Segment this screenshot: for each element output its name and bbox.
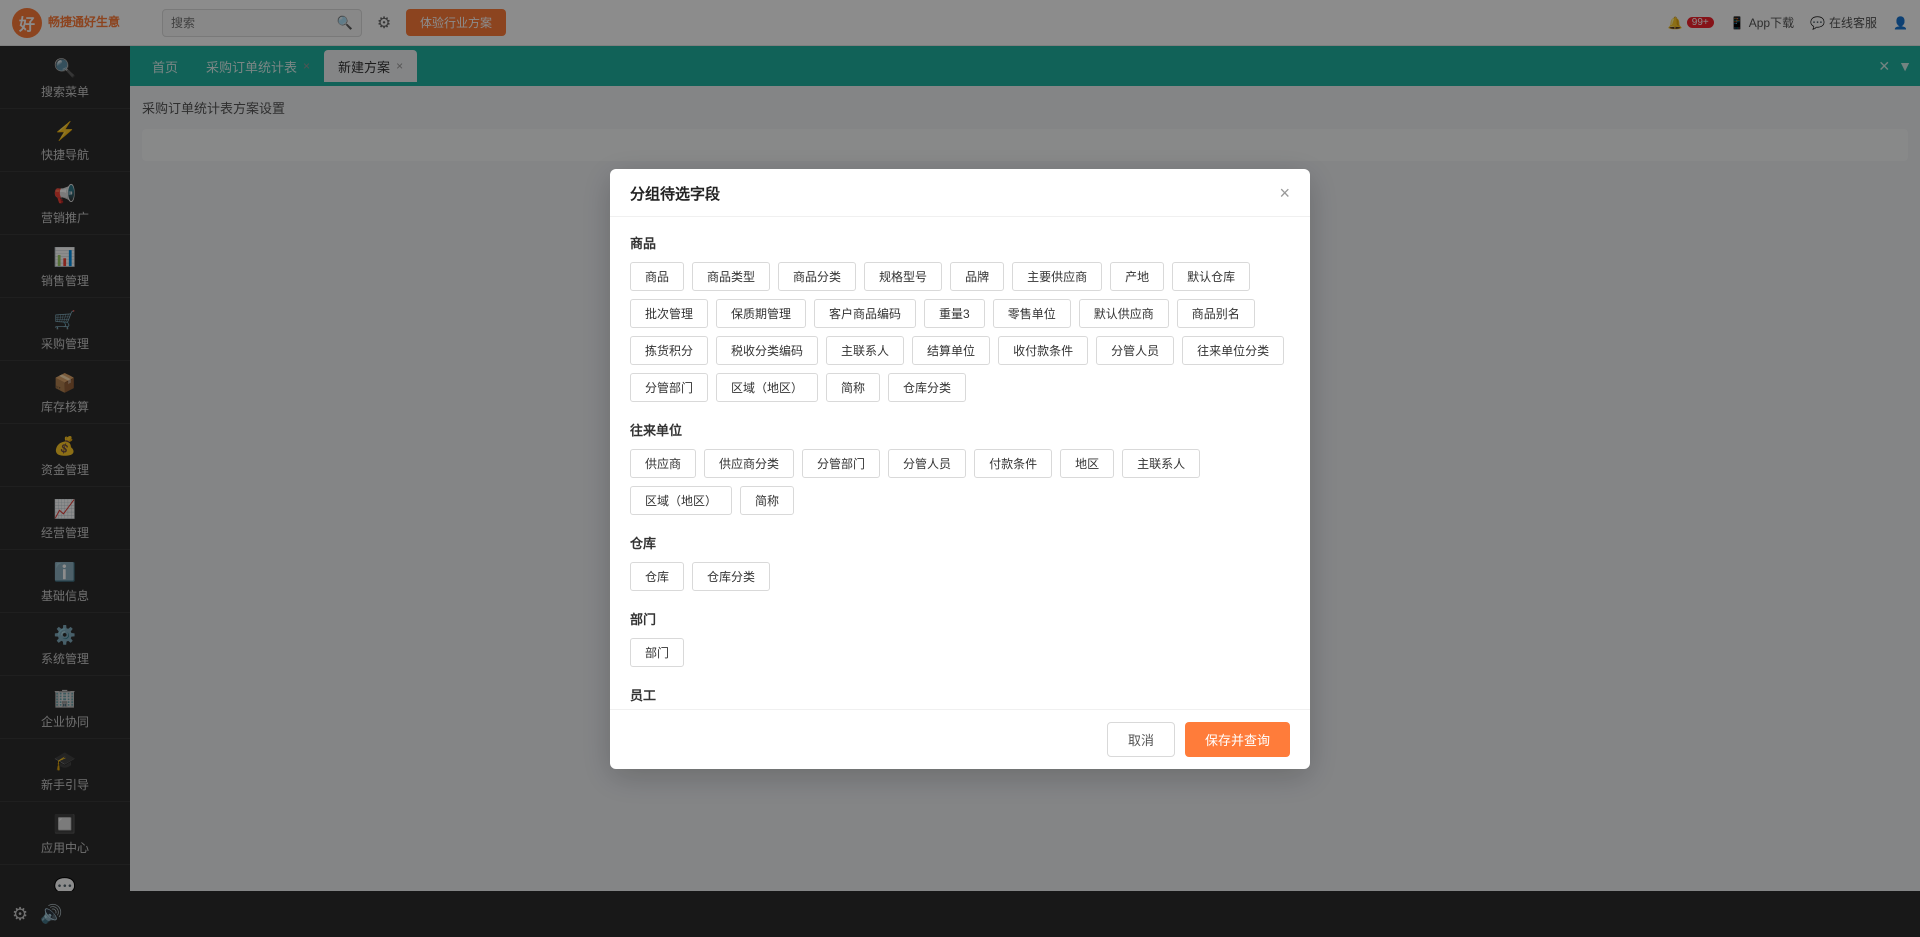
field-tag-wh-category[interactable]: 仓库分类 [692, 562, 770, 591]
section-counterparty: 往来单位供应商供应商分类分管部门分管人员付款条件地区主联系人区域（地区） 简称 [630, 420, 1290, 515]
field-tag-warehouse-category[interactable]: 仓库分类 [888, 373, 966, 402]
field-tag-goods-category[interactable]: 商品分类 [778, 262, 856, 291]
field-tag-settle-unit[interactable]: 结算单位 [912, 336, 990, 365]
field-tag-default-supplier[interactable]: 默认供应商 [1079, 299, 1169, 328]
save-query-button[interactable]: 保存并查询 [1185, 722, 1290, 757]
field-tags-dept-section: 部门 [630, 638, 1290, 667]
field-tags-warehouse: 仓库仓库分类 [630, 562, 1290, 591]
field-tag-mgmt-person[interactable]: 分管人员 [888, 449, 966, 478]
field-tag-mgmt-dept[interactable]: 分管部门 [802, 449, 880, 478]
field-tag-goods-type[interactable]: 商品类型 [692, 262, 770, 291]
field-tag-short-name[interactable]: 简称 [826, 373, 880, 402]
field-tag-short-name2[interactable]: 简称 [740, 486, 794, 515]
field-tag-pick-points[interactable]: 拣货积分 [630, 336, 708, 365]
field-tag-dept-field[interactable]: 部门 [630, 638, 684, 667]
cancel-button[interactable]: 取消 [1107, 722, 1175, 757]
field-tag-supplier[interactable]: 供应商 [630, 449, 696, 478]
field-tag-default-warehouse[interactable]: 默认仓库 [1172, 262, 1250, 291]
section-warehouse: 仓库仓库仓库分类 [630, 533, 1290, 591]
field-tag-customer-code[interactable]: 客户商品编码 [814, 299, 916, 328]
field-tag-main-supplier[interactable]: 主要供应商 [1012, 262, 1102, 291]
field-tag-wh[interactable]: 仓库 [630, 562, 684, 591]
modal-close-button[interactable]: × [1279, 184, 1290, 202]
field-tags-goods: 商品商品类型商品分类规格型号品牌主要供应商产地默认仓库批次管理保质期管理客户商品… [630, 262, 1290, 402]
field-tag-goods-alias[interactable]: 商品别名 [1177, 299, 1255, 328]
section-dept-section: 部门部门 [630, 609, 1290, 667]
field-tag-area[interactable]: 地区 [1060, 449, 1114, 478]
field-tag-from-unit-category[interactable]: 往来单位分类 [1182, 336, 1284, 365]
section-title-dept-section: 部门 [630, 609, 1290, 628]
field-tag-region2[interactable]: 区域（地区） [630, 486, 732, 515]
field-tag-payment-cond[interactable]: 付款条件 [974, 449, 1052, 478]
section-title-warehouse: 仓库 [630, 533, 1290, 552]
field-tag-origin[interactable]: 产地 [1110, 262, 1164, 291]
field-tag-manager[interactable]: 分管人员 [1096, 336, 1174, 365]
modal-dialog: 分组待选字段 × 商品商品商品类型商品分类规格型号品牌主要供应商产地默认仓库批次… [610, 169, 1310, 769]
field-tag-goods-name[interactable]: 商品 [630, 262, 684, 291]
field-tag-retail-unit[interactable]: 零售单位 [993, 299, 1071, 328]
field-tag-batch-mgmt[interactable]: 批次管理 [630, 299, 708, 328]
field-tag-tax-code[interactable]: 税收分类编码 [716, 336, 818, 365]
modal-footer: 取消 保存并查询 [610, 709, 1310, 769]
section-title-counterparty: 往来单位 [630, 420, 1290, 439]
field-tag-brand[interactable]: 品牌 [950, 262, 1004, 291]
field-tag-contact[interactable]: 主联系人 [1122, 449, 1200, 478]
modal-body: 商品商品商品类型商品分类规格型号品牌主要供应商产地默认仓库批次管理保质期管理客户… [610, 217, 1310, 709]
section-goods: 商品商品商品类型商品分类规格型号品牌主要供应商产地默认仓库批次管理保质期管理客户… [630, 233, 1290, 402]
field-tag-main-contact[interactable]: 主联系人 [826, 336, 904, 365]
section-title-goods: 商品 [630, 233, 1290, 252]
field-tags-counterparty: 供应商供应商分类分管部门分管人员付款条件地区主联系人区域（地区） 简称 [630, 449, 1290, 515]
modal-header: 分组待选字段 × [610, 169, 1310, 217]
modal-overlay: 分组待选字段 × 商品商品商品类型商品分类规格型号品牌主要供应商产地默认仓库批次… [0, 0, 1920, 937]
field-tag-weight3[interactable]: 重量3 [924, 299, 985, 328]
field-tag-quality-mgmt[interactable]: 保质期管理 [716, 299, 806, 328]
field-tag-dept[interactable]: 分管部门 [630, 373, 708, 402]
section-title-employee: 员工 [630, 685, 1290, 704]
field-tag-payment-terms[interactable]: 收付款条件 [998, 336, 1088, 365]
modal-title: 分组待选字段 [630, 183, 720, 204]
field-tag-region[interactable]: 区域（地区） [716, 373, 818, 402]
field-tag-spec-type[interactable]: 规格型号 [864, 262, 942, 291]
field-tag-supplier-category[interactable]: 供应商分类 [704, 449, 794, 478]
section-employee: 员工业务员 [630, 685, 1290, 709]
